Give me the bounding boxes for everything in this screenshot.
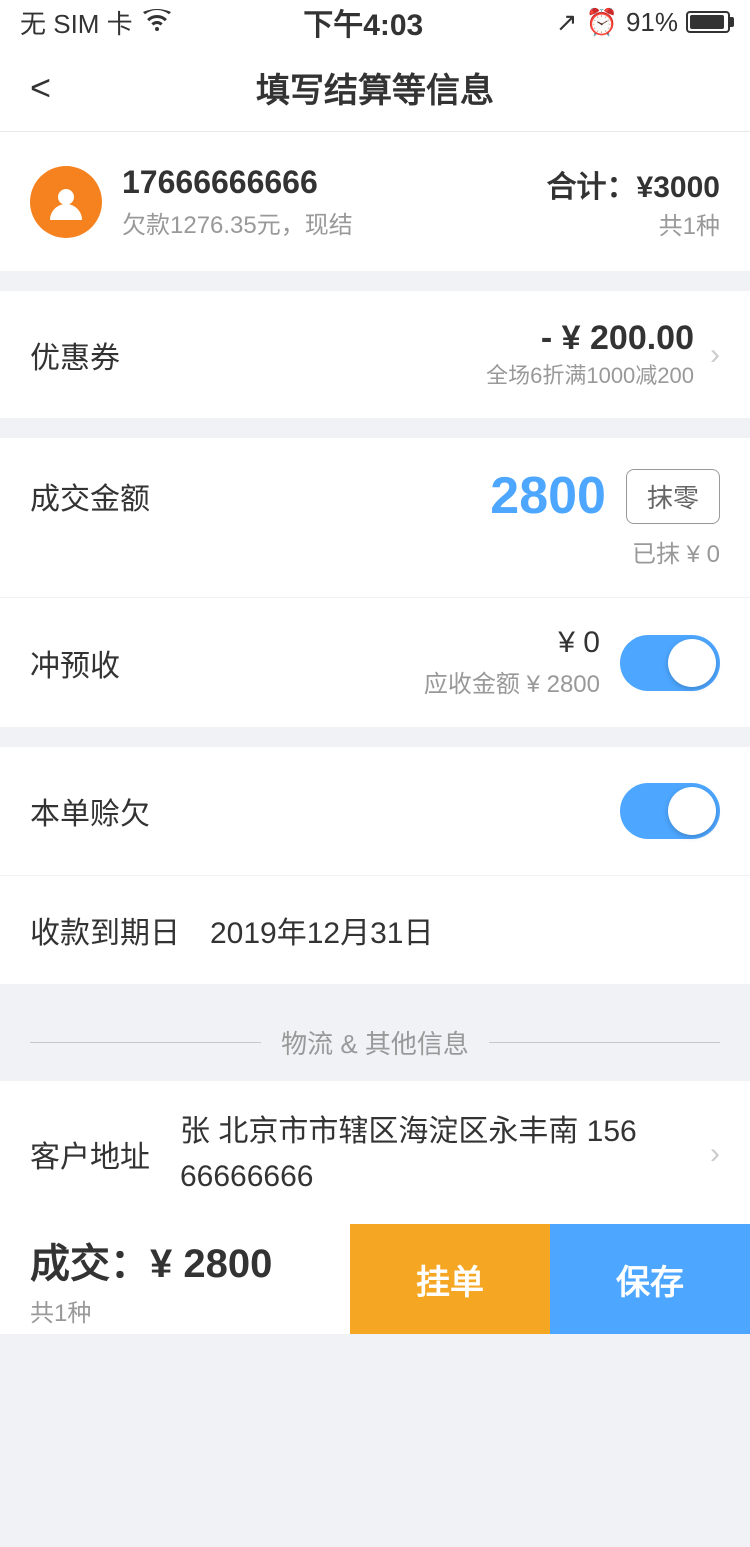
bottom-summary: 成交：¥ 2800 共1种 <box>0 1231 350 1328</box>
address-value: 张 北京市市辖区海淀区永丰南 156 66666666 <box>180 1109 710 1199</box>
save-button[interactable]: 保存 <box>550 1224 750 1334</box>
deal-label: 成交： <box>30 1242 150 1286</box>
coupon-desc: 全场6折满1000减200 <box>486 358 694 390</box>
user-card: 17666666666 欠款1276.35元，现结 合计：¥3000 共1种 <box>0 132 750 271</box>
battery-percent: 91% <box>626 7 678 38</box>
coupon-row[interactable]: 优惠券 - ¥ 200.00 全场6折满1000减200 › <box>0 291 750 418</box>
user-phone: 17666666666 <box>122 164 353 201</box>
debt-toggle[interactable] <box>620 783 720 839</box>
wifi-icon <box>143 7 171 38</box>
total-amount: 合计：¥3000 <box>547 162 720 206</box>
chevron-right-icon: › <box>710 338 720 372</box>
sep-text: 物流 & 其他信息 <box>281 1024 469 1061</box>
total-count: 共1种 <box>547 206 720 241</box>
amount-label: 成交金额 <box>30 474 150 518</box>
amount-row: 成交金额 2800 抹零 <box>30 466 720 526</box>
user-left: 17666666666 欠款1276.35元，现结 <box>30 164 353 240</box>
coupon-right: - ¥ 200.00 全场6折满1000减200 › <box>486 319 720 390</box>
section-separator: 物流 & 其他信息 <box>0 1004 750 1081</box>
battery-icon <box>686 11 730 33</box>
amount-value-group: 2800 抹零 <box>490 466 720 526</box>
back-button[interactable]: < <box>30 67 51 109</box>
divider-3 <box>0 984 750 1004</box>
page-title: 填写结算等信息 <box>256 63 494 112</box>
carrier-text: 无 SIM 卡 <box>20 4 133 41</box>
chong-label: 冲预收 <box>30 641 120 685</box>
hang-button[interactable]: 挂单 <box>350 1224 550 1334</box>
due-date-row: 收款到期日 2019年12月31日 <box>0 876 750 984</box>
amount-sub: 已抹 ¥ 0 <box>632 541 720 568</box>
amount-section: 成交金额 2800 抹零 已抹 ¥ 0 <box>0 438 750 597</box>
user-info: 17666666666 欠款1276.35元，现结 <box>122 164 353 240</box>
deal-amount: ¥ 2800 <box>150 1242 272 1286</box>
bottom-bar: 成交：¥ 2800 共1种 挂单 保存 <box>0 1224 750 1334</box>
divider-2 <box>0 727 750 747</box>
content-area: 17666666666 欠款1276.35元，现结 合计：¥3000 共1种 优… <box>0 132 750 1547</box>
chong-toggle[interactable] <box>620 635 720 691</box>
chong-row: 冲预收 ¥ 0 应收金额 ¥ 2800 <box>0 598 750 727</box>
bottom-count: 共1种 <box>30 1293 320 1328</box>
sep-line-left <box>30 1042 261 1043</box>
location-icon: ↗ <box>556 7 578 38</box>
chong-sub: 应收金额 ¥ 2800 <box>424 664 600 699</box>
user-total: 合计：¥3000 共1种 <box>547 162 720 241</box>
chong-toggle-thumb <box>668 639 716 687</box>
chong-amount: ¥ 0 <box>558 626 600 660</box>
coupon-amount: - ¥ 200.00 <box>541 319 694 358</box>
sep-line-right <box>489 1042 720 1043</box>
address-row[interactable]: 客户地址 张 北京市市辖区海淀区永丰南 156 66666666 › <box>0 1081 750 1227</box>
debt-row: 本单赊欠 <box>0 747 750 875</box>
round-zero-button[interactable]: 抹零 <box>626 469 720 524</box>
chong-toggle-wrap: ¥ 0 应收金额 ¥ 2800 <box>424 626 720 699</box>
coupon-label: 优惠券 <box>30 333 120 377</box>
address-label: 客户地址 <box>30 1132 150 1176</box>
amount-number: 2800 <box>490 466 606 526</box>
due-label: 收款到期日 <box>30 908 180 952</box>
chong-right: ¥ 0 应收金额 ¥ 2800 <box>424 626 600 699</box>
due-value: 2019年12月31日 <box>210 908 433 952</box>
address-chevron-icon: › <box>710 1137 720 1171</box>
status-left: 无 SIM 卡 <box>20 4 171 41</box>
alarm-icon: ⏰ <box>586 7 618 38</box>
user-debt: 欠款1276.35元，现结 <box>122 205 353 240</box>
debt-label: 本单赊欠 <box>30 789 150 833</box>
avatar <box>30 166 102 238</box>
status-time: 下午4:03 <box>303 0 423 44</box>
debt-toggle-thumb <box>668 787 716 835</box>
status-right: ↗ ⏰ 91% <box>556 7 730 38</box>
status-bar: 无 SIM 卡 下午4:03 ↗ ⏰ 91% <box>0 0 750 44</box>
bottom-deal: 成交：¥ 2800 <box>30 1231 320 1289</box>
divider-1 <box>0 418 750 438</box>
nav-bar: < 填写结算等信息 <box>0 44 750 132</box>
